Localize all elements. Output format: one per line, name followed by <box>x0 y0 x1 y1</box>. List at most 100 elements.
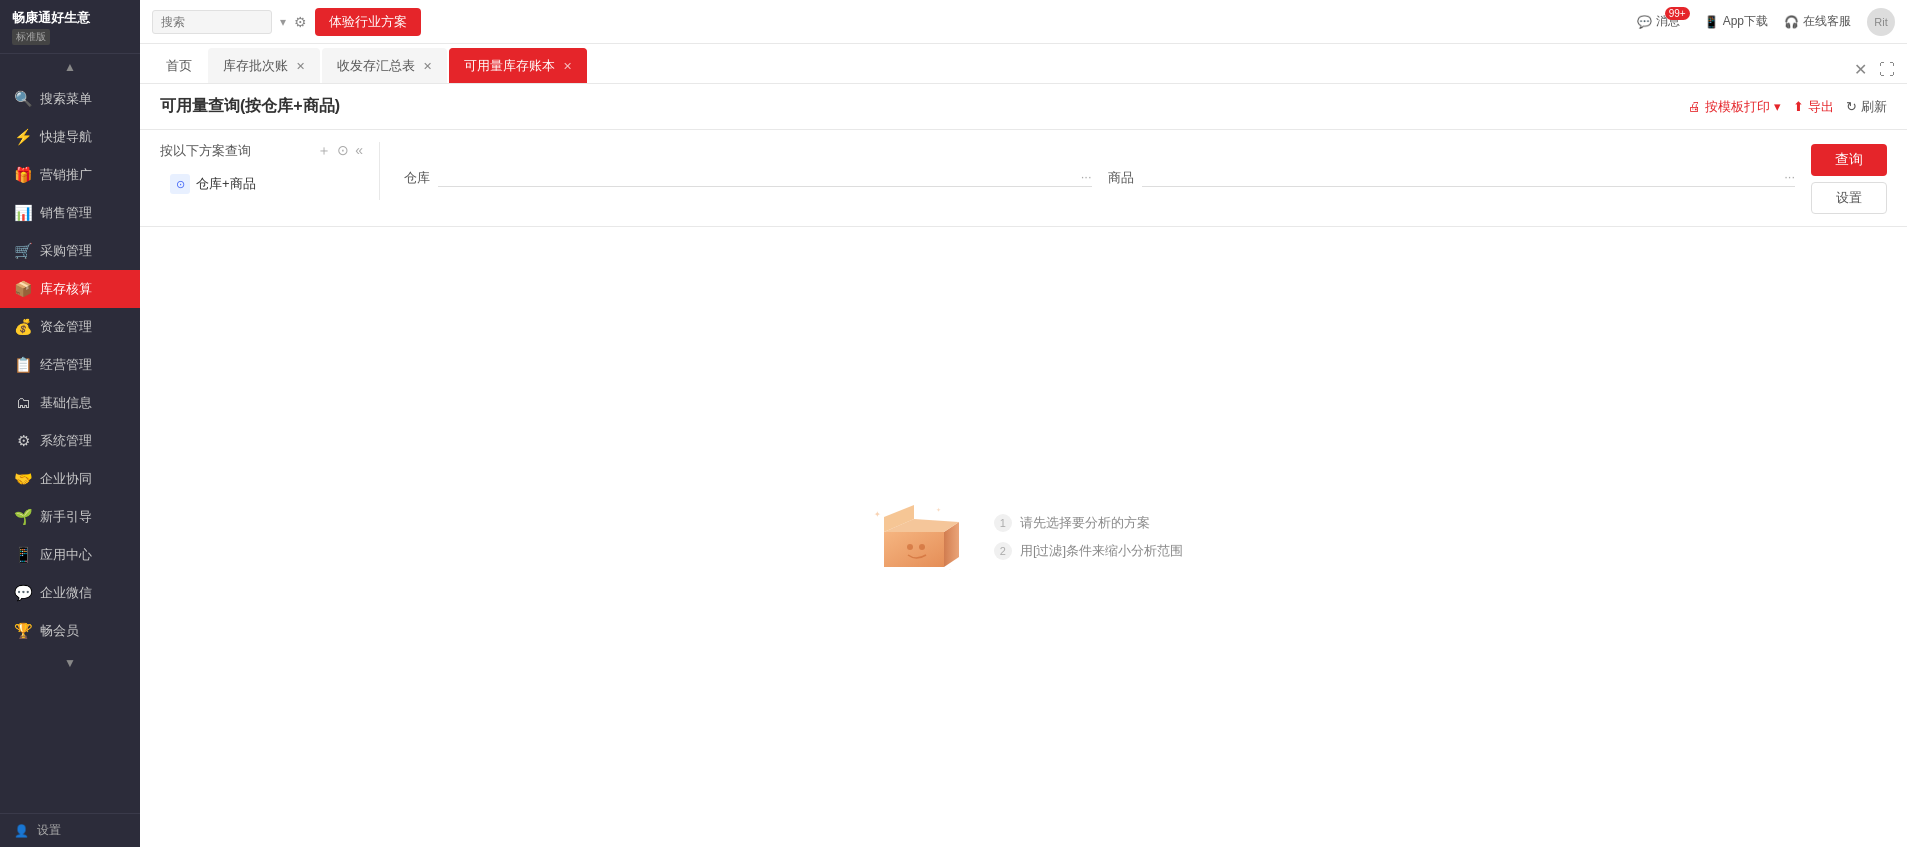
sidebar-item-label: 库存核算 <box>40 280 92 298</box>
sidebar-item-label: 搜索菜单 <box>40 90 92 108</box>
avatar[interactable]: Rit <box>1867 8 1895 36</box>
warehouse-more-btn[interactable]: ··· <box>1081 169 1092 184</box>
tab-close-btn[interactable]: ✕ <box>423 60 432 73</box>
filter-schemes-panel: 按以下方案查询 ＋ ⊙ « ⊙ 仓库+商品 <box>160 142 380 200</box>
sidebar-item-label: 应用中心 <box>40 546 92 564</box>
sidebar-item-member[interactable]: 🏆 畅会员 <box>0 612 140 650</box>
filter-right: 仓库 ··· 商品 ··· 查询 设置 <box>380 142 1887 214</box>
goods-field-label: 商品 <box>1108 169 1134 187</box>
empty-tip-1: 1 请先选择要分析的方案 <box>994 514 1183 532</box>
sidebar-item-search[interactable]: 🔍 搜索菜单 <box>0 80 140 118</box>
page-header-actions: 🖨 按模板打印 ▾ ⬆ 导出 ↻ 刷新 <box>1688 98 1887 116</box>
sidebar-bottom[interactable]: 👤 设置 <box>0 813 140 847</box>
headset-icon: 🎧 <box>1784 15 1799 29</box>
sidebar-item-inventory[interactable]: 📦 库存核算 <box>0 270 140 308</box>
tabs-bar: 首页 库存批次账 ✕ 收发存汇总表 ✕ 可用量库存账本 ✕ ✕ ⛶ <box>140 44 1907 84</box>
filter-section-label: 按以下方案查询 <box>160 142 251 160</box>
scheme-warehouse-goods[interactable]: ⊙ 仓库+商品 <box>160 168 363 200</box>
sidebar-item-shortcut[interactable]: ⚡ 快捷导航 <box>0 118 140 156</box>
sidebar-item-basics[interactable]: 🗂 基础信息 <box>0 384 140 422</box>
add-scheme-btn[interactable]: ＋ <box>317 142 331 160</box>
refresh-label: 刷新 <box>1861 98 1887 116</box>
sidebar-item-label: 系统管理 <box>40 432 92 450</box>
sprout-icon: 🌱 <box>14 508 32 526</box>
mobile-download-icon: 📱 <box>1704 15 1719 29</box>
print-template-btn[interactable]: 🖨 按模板打印 ▾ <box>1688 98 1781 116</box>
tip-text-2: 用[过滤]条件来缩小分析范围 <box>1020 542 1183 560</box>
app-download-btn[interactable]: 📱 App下载 <box>1704 13 1768 30</box>
scroll-down-btn[interactable]: ▼ <box>0 650 140 676</box>
empty-tip-2: 2 用[过滤]条件来缩小分析范围 <box>994 542 1183 560</box>
collapse-filter-btn[interactable]: « <box>355 142 363 160</box>
svg-text:✦: ✦ <box>936 507 941 513</box>
app-download-label: App下载 <box>1723 13 1768 30</box>
trophy-icon: 🏆 <box>14 622 32 640</box>
query-button[interactable]: 查询 <box>1811 144 1887 176</box>
sidebar-item-label: 资金管理 <box>40 318 92 336</box>
export-icon: ⬆ <box>1793 99 1804 114</box>
svg-text:·: · <box>949 566 951 573</box>
brand-name: 畅康通好生意 <box>12 10 128 27</box>
tab-home[interactable]: 首页 <box>152 49 206 83</box>
sidebar-item-operations[interactable]: 📋 经营管理 <box>0 346 140 384</box>
tip-text-1: 请先选择要分析的方案 <box>1020 514 1150 532</box>
tab-collect-summary[interactable]: 收发存汇总表 ✕ <box>322 48 447 83</box>
message-icon: 💬 <box>1637 15 1652 29</box>
filter-section: 按以下方案查询 ＋ ⊙ « ⊙ 仓库+商品 仓库 <box>140 130 1907 227</box>
expand-tab-btn[interactable]: ⛶ <box>1875 57 1899 83</box>
settings-button[interactable]: 设置 <box>1811 182 1887 214</box>
sidebar-item-marketing[interactable]: 🎁 营销推广 <box>0 156 140 194</box>
tab-close-btn[interactable]: ✕ <box>296 60 305 73</box>
mobile-icon: 📱 <box>14 546 32 564</box>
settings-scheme-btn[interactable]: ⊙ <box>337 142 349 160</box>
online-service-btn[interactable]: 🎧 在线客服 <box>1784 13 1851 30</box>
topbar-right: 💬 消息 99+ 📱 App下载 🎧 在线客服 Rit <box>1637 8 1895 36</box>
empty-illustration: ✦ ✦ · <box>864 487 964 587</box>
sidebar-nav: ▲ 🔍 搜索菜单 ⚡ 快捷导航 🎁 营销推广 📊 销售管理 🛒 采购管理 📦 库… <box>0 54 140 813</box>
filter-field-goods: 商品 ··· <box>1108 169 1796 187</box>
sidebar-item-sales[interactable]: 📊 销售管理 <box>0 194 140 232</box>
search-input[interactable] <box>152 10 272 34</box>
filter-left-actions: ＋ ⊙ « <box>317 142 363 160</box>
box-icon: 📦 <box>14 280 32 298</box>
goods-more-btn[interactable]: ··· <box>1784 169 1795 184</box>
close-tab-btn[interactable]: ✕ <box>1850 56 1871 83</box>
sidebar-item-wechat[interactable]: 💬 企业微信 <box>0 574 140 612</box>
export-btn[interactable]: ⬆ 导出 <box>1793 98 1834 116</box>
message-btn[interactable]: 💬 消息 99+ <box>1637 13 1680 30</box>
tab-close-btn[interactable]: ✕ <box>563 60 572 73</box>
tab-batch-account[interactable]: 库存批次账 ✕ <box>208 48 320 83</box>
warehouse-input-row: ··· <box>438 169 1092 187</box>
page-content: 可用量查询(按仓库+商品) 🖨 按模板打印 ▾ ⬆ 导出 ↻ 刷新 <box>140 84 1907 847</box>
svg-point-5 <box>919 544 925 550</box>
svg-marker-0 <box>884 532 944 567</box>
tab-available-ledger[interactable]: 可用量库存账本 ✕ <box>449 48 587 83</box>
settings-icon[interactable]: ⚙ <box>294 14 307 30</box>
trial-industry-button[interactable]: 体验行业方案 <box>315 8 421 36</box>
warehouse-field-label: 仓库 <box>404 169 430 187</box>
refresh-btn[interactable]: ↻ 刷新 <box>1846 98 1887 116</box>
online-service-label: 在线客服 <box>1803 13 1851 30</box>
goods-input[interactable] <box>1142 169 1781 184</box>
folder-icon: 🗂 <box>14 394 32 411</box>
sidebar-item-apps[interactable]: 📱 应用中心 <box>0 536 140 574</box>
chat-icon: 💬 <box>14 584 32 602</box>
chevron-down-icon[interactable]: ▾ <box>1774 99 1781 114</box>
scheme-icon: ⊙ <box>170 174 190 194</box>
avatar-text: Rit <box>1874 16 1887 28</box>
warehouse-input[interactable] <box>438 169 1077 184</box>
filter-field-warehouse: 仓库 ··· <box>404 169 1092 187</box>
chevron-down-icon[interactable]: ▾ <box>280 15 286 29</box>
sidebar-item-label: 营销推广 <box>40 166 92 184</box>
empty-state: ✦ ✦ · 1 请先选择要分析的方案 2 用[过滤]条件来缩小分析范围 <box>864 487 1183 587</box>
sidebar-item-label: 基础信息 <box>40 394 92 412</box>
scroll-up-btn[interactable]: ▲ <box>0 54 140 80</box>
print-icon: 🖨 <box>1688 99 1701 114</box>
sidebar-item-enterprise[interactable]: 🤝 企业协同 <box>0 460 140 498</box>
sidebar-item-purchase[interactable]: 🛒 采购管理 <box>0 232 140 270</box>
sidebar-item-system[interactable]: ⚙ 系统管理 <box>0 422 140 460</box>
sidebar-item-newbie[interactable]: 🌱 新手引导 <box>0 498 140 536</box>
gear-icon: ⚙ <box>14 432 32 450</box>
sidebar-item-finance[interactable]: 💰 资金管理 <box>0 308 140 346</box>
sidebar-user-name: 设置 <box>37 822 61 839</box>
